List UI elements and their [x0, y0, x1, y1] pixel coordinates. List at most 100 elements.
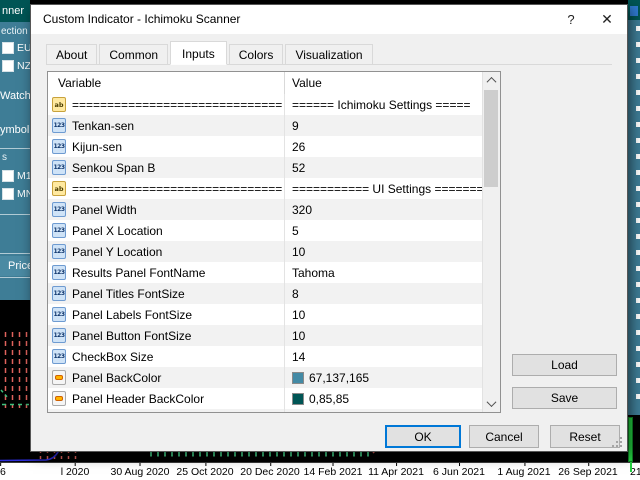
- table-row[interactable]: Panel Titles FontSize 8: [48, 283, 483, 304]
- param-value-cell[interactable]: 26: [285, 136, 483, 157]
- resize-grip[interactable]: [612, 437, 623, 448]
- param-value-cell[interactable]: 10: [285, 241, 483, 262]
- checkbox[interactable]: [2, 42, 14, 54]
- table-row[interactable]: Panel Labels FontSize 10: [48, 304, 483, 325]
- param-value-cell[interactable]: 10: [285, 325, 483, 346]
- currency-checkbox-row[interactable]: EUR: [2, 39, 30, 57]
- table-row[interactable]: Tenkan-sen 9: [48, 115, 483, 136]
- param-value-cell[interactable]: 5: [285, 220, 483, 241]
- tab[interactable]: Common: [99, 44, 169, 64]
- scanner-panel-left: nner ection EUR NZD Watch ymbol s: [0, 0, 30, 300]
- param-name: Tenkan-sen: [72, 118, 135, 133]
- param-value-cell[interactable]: 320: [285, 199, 483, 220]
- param-value-cell[interactable]: 14: [285, 346, 483, 367]
- param-value-cell[interactable]: 67,137,165: [285, 367, 483, 388]
- scanner-panel-right: [628, 0, 640, 415]
- panel-right-header: [628, 0, 640, 20]
- reset-button[interactable]: Reset: [550, 425, 620, 448]
- column-header-value[interactable]: Value: [285, 72, 483, 94]
- table-row[interactable]: Panel Header BackColor 0,85,85: [48, 388, 483, 409]
- param-value: 10: [292, 328, 306, 343]
- param-value: =========== UI Settings ===========: [292, 181, 483, 196]
- param-value: Tahoma: [292, 265, 335, 280]
- table-row[interactable]: Senkou Span B 52: [48, 157, 483, 178]
- panel-button-fragment: [630, 6, 638, 16]
- time-axis[interactable]: l 2020 30 Aug 2020 25 Oct 2020 20 Dec 20…: [0, 462, 640, 480]
- color-swatch: [292, 392, 304, 405]
- param-value-cell[interactable]: Tahoma: [285, 262, 483, 283]
- checkbox[interactable]: [2, 188, 14, 200]
- tab[interactable]: About: [46, 44, 98, 64]
- time-axis-label: 30 Aug 2020: [110, 463, 170, 478]
- cancel-button[interactable]: Cancel: [469, 425, 539, 448]
- ok-button[interactable]: OK: [385, 425, 461, 448]
- time-axis-label: 16: [0, 463, 6, 478]
- table-row[interactable]: ============================== ====== Ic…: [48, 94, 483, 115]
- param-value-cell[interactable]: ====== Ichimoku Settings =====: [285, 94, 483, 115]
- price-button[interactable]: Price: [0, 256, 30, 276]
- param-value: 14: [292, 349, 306, 364]
- color-swatch: [292, 371, 304, 384]
- param-type-icon: [52, 349, 66, 364]
- save-button[interactable]: Save: [512, 387, 617, 409]
- param-name: Senkou Span B: [72, 160, 156, 175]
- table-row[interactable]: Kijun-sen 26: [48, 136, 483, 157]
- timeframes-section-label: s: [2, 152, 7, 163]
- time-axis-label: 25 Oct 2020: [176, 463, 234, 478]
- param-value-cell[interactable]: 8: [285, 283, 483, 304]
- param-value-cell[interactable]: =========== UI Settings ===========: [285, 178, 483, 199]
- indicator-dialog: Custom Indicator - Ichimoku Scanner ? ✕ …: [30, 4, 628, 452]
- tab[interactable]: Inputs: [170, 41, 227, 65]
- scroll-up-icon[interactable]: [483, 72, 499, 89]
- table-row[interactable]: Panel Width 320: [48, 199, 483, 220]
- param-value: 320: [292, 202, 313, 217]
- checkbox[interactable]: [2, 170, 14, 182]
- table-row[interactable]: Panel Button FontSize 10: [48, 325, 483, 346]
- time-axis-label: 11 Apr 2021: [368, 463, 424, 478]
- param-type-icon: [52, 286, 66, 301]
- param-type-icon: [52, 265, 66, 280]
- help-button[interactable]: ?: [555, 5, 587, 34]
- market-watch-label: Watch: [0, 90, 30, 102]
- table-row[interactable]: ============================== =========…: [48, 178, 483, 199]
- table-row[interactable]: CheckBox Size 14: [48, 346, 483, 367]
- dialog-titlebar[interactable]: Custom Indicator - Ichimoku Scanner ? ✕: [31, 5, 627, 34]
- currency-label: NZD: [17, 60, 30, 72]
- param-name: ==============================: [72, 181, 283, 196]
- scroll-down-icon[interactable]: [483, 395, 499, 412]
- param-type-icon: [52, 118, 66, 133]
- param-value-cell[interactable]: 9: [285, 115, 483, 136]
- scrollbar-thumb[interactable]: [484, 90, 498, 187]
- timeframe-checkbox-list: M15 MN: [2, 167, 30, 203]
- param-type-icon: [52, 328, 66, 343]
- table-row[interactable]: Results Panel FontName Tahoma: [48, 262, 483, 283]
- table-row[interactable]: Panel Header FontColor White: [48, 409, 483, 412]
- param-value: 10: [292, 307, 306, 322]
- inputs-table: Variable Value =========================…: [47, 71, 501, 413]
- table-rows: ============================== ====== Ic…: [48, 94, 483, 412]
- table-row[interactable]: Panel X Location 5: [48, 220, 483, 241]
- timeframe-checkbox-row[interactable]: M15: [2, 167, 30, 185]
- param-value-cell[interactable]: 0,85,85: [285, 388, 483, 409]
- table-row[interactable]: Panel BackColor 67,137,165: [48, 367, 483, 388]
- column-header-variable[interactable]: Variable: [48, 72, 285, 94]
- tab[interactable]: Colors: [228, 44, 284, 64]
- checkbox-column-fragment: [636, 26, 640, 409]
- load-button[interactable]: Load: [512, 354, 617, 376]
- param-value-cell[interactable]: 52: [285, 157, 483, 178]
- param-type-icon: [52, 139, 66, 154]
- tab[interactable]: Visualization: [285, 44, 373, 64]
- checkbox[interactable]: [2, 60, 14, 72]
- tab-bar: About Common Inputs Colors Visualization: [46, 40, 612, 65]
- table-row[interactable]: Panel Y Location 10: [48, 241, 483, 262]
- param-value: 26: [292, 139, 306, 154]
- table-scrollbar[interactable]: [482, 72, 500, 412]
- param-value-cell[interactable]: 10: [285, 304, 483, 325]
- param-type-icon: [52, 202, 66, 217]
- param-value-cell[interactable]: White: [285, 409, 483, 412]
- currency-checkbox-row[interactable]: NZD: [2, 57, 30, 75]
- close-icon[interactable]: ✕: [591, 5, 623, 34]
- timeframe-checkbox-row[interactable]: MN: [2, 185, 30, 203]
- param-type-icon: [52, 244, 66, 259]
- param-value: 67,137,165: [309, 370, 370, 385]
